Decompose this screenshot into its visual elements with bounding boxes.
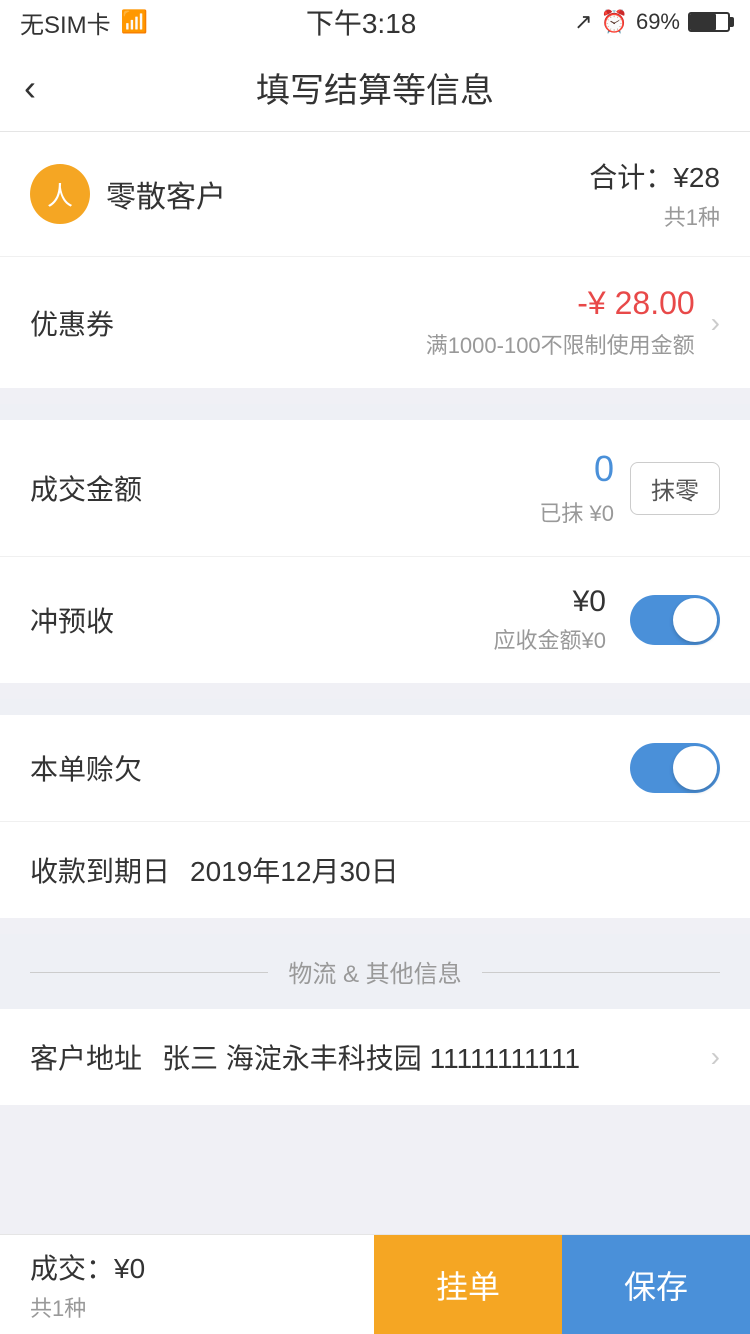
battery-percent: 69%	[636, 9, 680, 35]
bottom-deal-amount: ¥0	[114, 1253, 145, 1284]
debit-toggle[interactable]	[630, 743, 720, 793]
debit-section: 本单赊欠 收款到期日 2019年12月30日	[0, 715, 750, 918]
bottom-deal-text: 成交：	[30, 1253, 114, 1284]
precollect-right: ¥0 应收金额¥0	[494, 585, 720, 655]
bottom-info: 成交：¥0 共1种	[0, 1247, 374, 1323]
divider-2	[0, 699, 750, 715]
transaction-amount-row: 成交金额 0 已抹 ¥0 抹零	[0, 420, 750, 556]
debit-toggle-knob	[673, 746, 717, 790]
customer-left: 人 零散客户	[30, 164, 226, 224]
debit-label: 本单赊欠	[30, 748, 142, 788]
bottom-count: 共1种	[30, 1291, 344, 1323]
coupon-value: -¥ 28.00	[426, 285, 695, 322]
address-chevron-icon: ›	[711, 1041, 720, 1073]
divider-1	[0, 404, 750, 420]
precollect-sub-value: 应收金额¥0	[494, 623, 606, 655]
save-button[interactable]: 保存	[562, 1235, 750, 1334]
precollect-label: 冲预收	[30, 600, 114, 640]
bottom-deal-label: 成交：¥0	[30, 1247, 344, 1287]
coupon-row[interactable]: 优惠券 -¥ 28.00 满1000-100不限制使用金额 ›	[0, 256, 750, 388]
nav-bar: ‹ 填写结算等信息	[0, 44, 750, 132]
transaction-subtitle: 已抹 ¥0	[539, 496, 614, 528]
precollect-toggle[interactable]	[630, 595, 720, 645]
transaction-label: 成交金额	[30, 468, 142, 508]
coupon-chevron-icon: ›	[711, 307, 720, 339]
transaction-section: 成交金额 0 已抹 ¥0 抹零 冲预收 ¥0 应收金额¥0	[0, 420, 750, 683]
location-icon: ↗	[574, 9, 592, 35]
customer-total: 合计：¥28	[589, 156, 720, 196]
status-time: 下午3:18	[306, 2, 417, 42]
address-section: 客户地址 张三 海淀永丰科技园 11111111111 ›	[0, 1009, 750, 1105]
transaction-value: 0	[539, 448, 614, 490]
address-value: 张三 海淀永丰科技园 11111111111	[162, 1037, 707, 1077]
page-title: 填写结算等信息	[256, 63, 494, 112]
logistics-label: 物流 & 其他信息	[268, 954, 481, 989]
spacer	[0, 1121, 750, 1241]
address-row[interactable]: 客户地址 张三 海淀永丰科技园 11111111111 ›	[0, 1009, 750, 1105]
toggle-knob	[673, 598, 717, 642]
customer-right: 合计：¥28 共1种	[589, 156, 720, 232]
duedate-label: 收款到期日	[30, 850, 170, 890]
avatar: 人	[30, 164, 90, 224]
customer-row: 人 零散客户 合计：¥28 共1种	[0, 132, 750, 256]
duedate-value: 2019年12月30日	[190, 850, 399, 890]
battery-icon	[688, 12, 730, 32]
back-button[interactable]: ‹	[24, 67, 36, 109]
status-left: 无SIM卡 📶	[20, 5, 148, 40]
coupon-subtitle: 满1000-100不限制使用金额	[426, 328, 695, 360]
precollect-main-value: ¥0	[494, 585, 606, 619]
logistics-divider: 物流 & 其他信息	[0, 934, 750, 1009]
wifi-icon: 📶	[121, 9, 148, 35]
battery-fill	[690, 14, 716, 30]
debit-row: 本单赊欠	[0, 715, 750, 821]
round-zero-button[interactable]: 抹零	[630, 462, 720, 515]
hang-order-button[interactable]: 挂单	[374, 1235, 562, 1334]
customer-count: 共1种	[589, 200, 720, 232]
customer-name: 零散客户	[106, 172, 226, 216]
coupon-label: 优惠券	[30, 303, 114, 343]
status-bar: 无SIM卡 📶 下午3:18 ↗ ⏰ 69%	[0, 0, 750, 44]
coupon-right: -¥ 28.00 满1000-100不限制使用金额 ›	[426, 285, 720, 360]
precollect-values: ¥0 应收金额¥0	[494, 585, 606, 655]
avatar-icon: 人	[47, 176, 73, 213]
precollect-row: 冲预收 ¥0 应收金额¥0	[0, 556, 750, 683]
address-label: 客户地址	[30, 1037, 142, 1077]
status-right: ↗ ⏰ 69%	[574, 9, 730, 35]
bottom-bar: 成交：¥0 共1种 挂单 保存	[0, 1234, 750, 1334]
customer-section: 人 零散客户 合计：¥28 共1种 优惠券 -¥ 28.00 满1000-100…	[0, 132, 750, 388]
duedate-row: 收款到期日 2019年12月30日	[0, 821, 750, 918]
alarm-icon: ⏰	[601, 9, 628, 35]
carrier-label: 无SIM卡	[20, 5, 111, 40]
